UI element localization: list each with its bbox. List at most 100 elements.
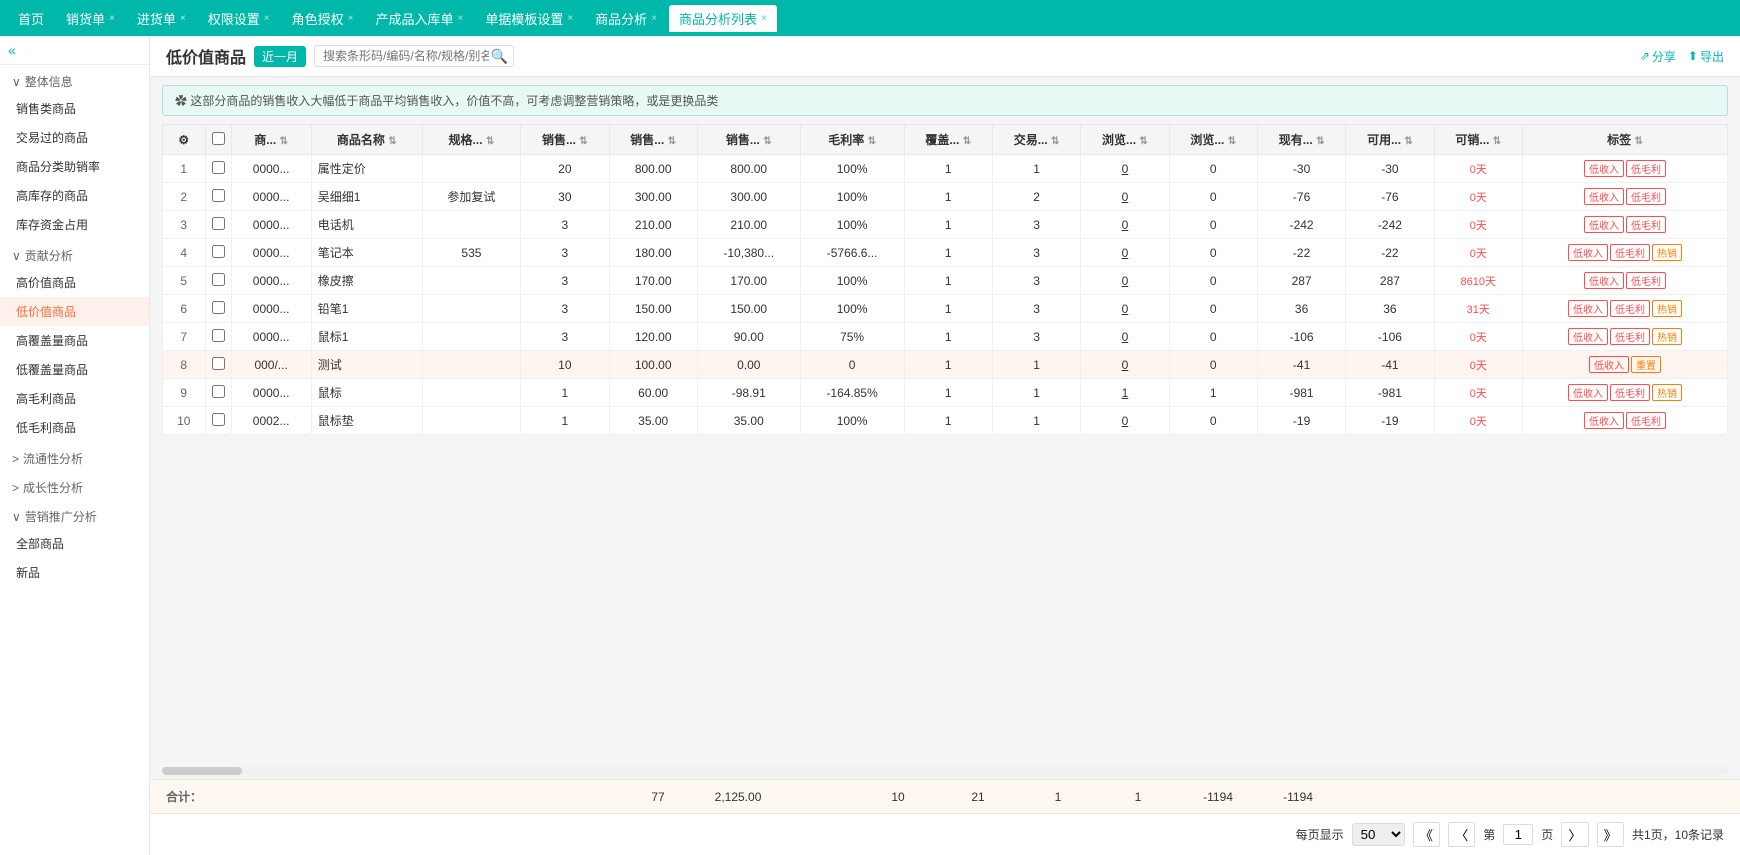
page-number-input[interactable]	[1503, 824, 1533, 845]
th-stock2[interactable]: 可用... ⇅	[1346, 125, 1434, 155]
nav-purchase[interactable]: 进货单 ×	[127, 5, 196, 32]
browse-link[interactable]: 0	[1122, 274, 1129, 288]
row-checkbox[interactable]	[212, 245, 225, 258]
nav-role[interactable]: 角色授权 ×	[282, 5, 364, 32]
th-tags[interactable]: 标签 ⇅	[1522, 125, 1727, 155]
nav-role-close[interactable]: ×	[348, 13, 354, 24]
row-browse1[interactable]: 0	[1081, 267, 1169, 295]
row-checkbox-cell[interactable]	[205, 211, 231, 239]
nav-product-storage-close[interactable]: ×	[457, 13, 463, 24]
select-all-checkbox[interactable]	[212, 132, 225, 145]
th-browse1[interactable]: 浏览... ⇅	[1081, 125, 1169, 155]
nav-goods-analysis-close[interactable]: ×	[651, 13, 657, 24]
th-settings[interactable]: ⚙	[163, 125, 206, 155]
th-gross[interactable]: 毛利率 ⇅	[800, 125, 904, 155]
last-page-button[interactable]: 》	[1597, 822, 1624, 847]
th-sales3[interactable]: 销售... ⇅	[697, 125, 800, 155]
th-stock1[interactable]: 现有... ⇅	[1257, 125, 1345, 155]
browse-link[interactable]: 0	[1122, 162, 1129, 176]
sidebar-group-contribution[interactable]: ∨ 贡献分析	[0, 239, 149, 268]
row-checkbox[interactable]	[212, 413, 225, 426]
sidebar-group-flow[interactable]: > 流通性分析	[0, 442, 149, 471]
prev-page-button[interactable]: 〈	[1448, 822, 1475, 847]
nav-template[interactable]: 单据模板设置 ×	[475, 5, 583, 32]
sidebar-item-all-goods[interactable]: 全部商品	[0, 529, 149, 558]
nav-goods-list-close[interactable]: ×	[761, 13, 767, 24]
scrollbar-thumb[interactable]	[162, 767, 242, 775]
time-filter-button[interactable]: 近一月	[254, 46, 306, 67]
browse-link[interactable]: 0	[1122, 414, 1129, 428]
th-code[interactable]: 商... ⇅	[231, 125, 311, 155]
row-checkbox[interactable]	[212, 189, 225, 202]
browse-link[interactable]: 0	[1122, 302, 1129, 316]
row-browse1[interactable]: 0	[1081, 407, 1169, 435]
row-checkbox-cell[interactable]	[205, 323, 231, 351]
th-checkbox[interactable]	[205, 125, 231, 155]
horizontal-scrollbar[interactable]	[162, 767, 1728, 775]
sidebar-item-high-coverage[interactable]: 高覆盖量商品	[0, 326, 149, 355]
nav-goods-analysis[interactable]: 商品分析 ×	[585, 5, 667, 32]
row-browse1[interactable]: 0	[1081, 211, 1169, 239]
browse-link[interactable]: 1	[1122, 386, 1129, 400]
sidebar-item-traded-goods[interactable]: 交易过的商品	[0, 123, 149, 152]
row-checkbox-cell[interactable]	[205, 239, 231, 267]
th-trade[interactable]: 交易... ⇅	[992, 125, 1080, 155]
browse-link[interactable]: 0	[1122, 246, 1129, 260]
th-spec[interactable]: 规格... ⇅	[422, 125, 520, 155]
row-browse1[interactable]: 0	[1081, 183, 1169, 211]
nav-template-close[interactable]: ×	[567, 13, 573, 24]
row-checkbox-cell[interactable]	[205, 155, 231, 183]
next-page-button[interactable]: 〉	[1561, 822, 1588, 847]
row-checkbox-cell[interactable]	[205, 407, 231, 435]
row-checkbox[interactable]	[212, 385, 225, 398]
sidebar-item-low-coverage[interactable]: 低覆盖量商品	[0, 355, 149, 384]
row-browse1[interactable]: 0	[1081, 239, 1169, 267]
browse-link[interactable]: 0	[1122, 190, 1129, 204]
th-browse2[interactable]: 浏览... ⇅	[1169, 125, 1257, 155]
sidebar-item-new-goods[interactable]: 新品	[0, 558, 149, 587]
row-checkbox[interactable]	[212, 161, 225, 174]
nav-sales[interactable]: 销货单 ×	[56, 5, 125, 32]
sidebar-item-high-value[interactable]: 高价值商品	[0, 268, 149, 297]
row-checkbox-cell[interactable]	[205, 351, 231, 379]
row-browse1[interactable]: 0	[1081, 323, 1169, 351]
sidebar-group-growth[interactable]: > 成长性分析	[0, 471, 149, 500]
sidebar-collapse-btn[interactable]: «	[8, 42, 16, 58]
sidebar-item-high-stock[interactable]: 高库存的商品	[0, 181, 149, 210]
row-checkbox-cell[interactable]	[205, 183, 231, 211]
nav-goods-list[interactable]: 商品分析列表 ×	[669, 5, 777, 32]
row-checkbox[interactable]	[212, 217, 225, 230]
th-cover[interactable]: 覆盖... ⇅	[904, 125, 992, 155]
th-stock3[interactable]: 可销... ⇅	[1434, 125, 1522, 155]
th-name[interactable]: 商品名称 ⇅	[311, 125, 422, 155]
row-checkbox-cell[interactable]	[205, 379, 231, 407]
nav-permission-close[interactable]: ×	[264, 13, 270, 24]
per-page-select[interactable]: 50 100 200	[1352, 823, 1405, 846]
export-button[interactable]: ⬆ 导出	[1688, 48, 1724, 65]
browse-link[interactable]: 0	[1122, 330, 1129, 344]
nav-home[interactable]: 首页	[8, 5, 54, 32]
row-browse1[interactable]: 1	[1081, 379, 1169, 407]
nav-purchase-close[interactable]: ×	[180, 13, 186, 24]
search-input[interactable]	[314, 45, 514, 67]
sidebar-item-low-value[interactable]: 低价值商品	[0, 297, 149, 326]
sidebar-item-stock-capital[interactable]: 库存资金占用	[0, 210, 149, 239]
row-checkbox-cell[interactable]	[205, 267, 231, 295]
row-checkbox[interactable]	[212, 273, 225, 286]
row-browse1[interactable]: 0	[1081, 351, 1169, 379]
sidebar-item-sales-goods[interactable]: 销售类商品	[0, 94, 149, 123]
nav-permission[interactable]: 权限设置 ×	[198, 5, 280, 32]
row-checkbox[interactable]	[212, 329, 225, 342]
sidebar-item-high-profit[interactable]: 高毛利商品	[0, 384, 149, 413]
sidebar-group-marketing[interactable]: ∨ 营销推广分析	[0, 500, 149, 529]
th-sales2[interactable]: 销售... ⇅	[609, 125, 697, 155]
browse-link[interactable]: 0	[1122, 218, 1129, 232]
row-checkbox[interactable]	[212, 357, 225, 370]
sidebar-item-category-rate[interactable]: 商品分类助销率	[0, 152, 149, 181]
browse-link[interactable]: 0	[1122, 358, 1129, 372]
row-checkbox[interactable]	[212, 301, 225, 314]
th-sales1[interactable]: 销售... ⇅	[521, 125, 609, 155]
sidebar-group-overall[interactable]: ∨ 整体信息	[0, 65, 149, 94]
row-browse1[interactable]: 0	[1081, 295, 1169, 323]
nav-product-storage[interactable]: 产成品入库单 ×	[365, 5, 473, 32]
